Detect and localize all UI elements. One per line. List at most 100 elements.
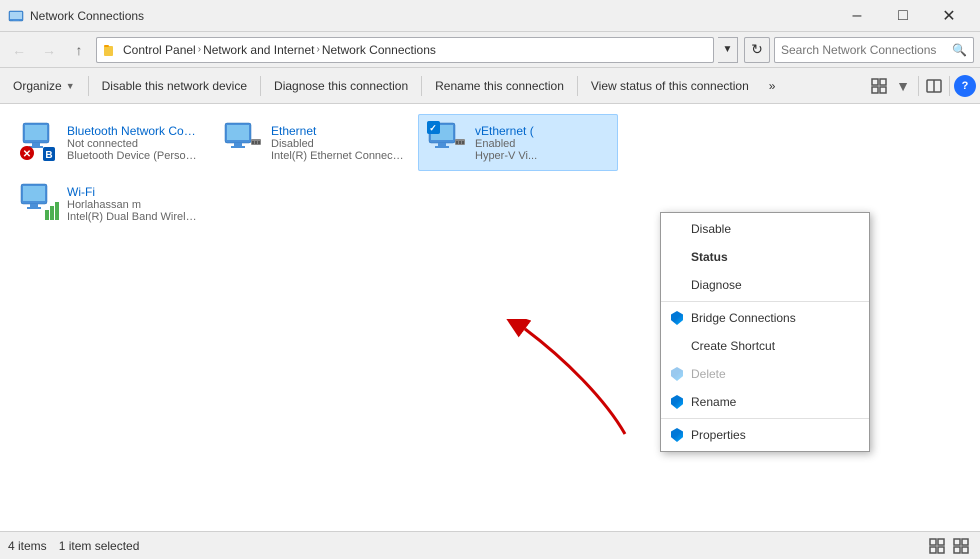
connection-status: Not connected [67, 138, 201, 150]
ctx-diagnose[interactable]: Diagnose [661, 271, 869, 299]
ctx-diagnose-label: Diagnose [691, 278, 742, 292]
connection-status-wifi: Horlahassan m [67, 199, 201, 211]
ctx-delete-label: Delete [691, 367, 726, 381]
context-menu: Disable Status Diagnose Bridge Connectio… [660, 212, 870, 452]
toolbar-right: ▼ ? [868, 75, 976, 97]
status-bar: 4 items 1 item selected [0, 531, 980, 559]
rename-shield-icon [669, 394, 685, 410]
connection-name-eth: Ethernet [271, 124, 405, 138]
up-button[interactable]: ↑ [66, 37, 92, 63]
connection-info-eth: Ethernet Disabled Intel(R) Ethernet Conn… [271, 124, 405, 162]
connection-icon-wrap-eth [223, 121, 263, 164]
toolbar-sep-2 [260, 76, 261, 96]
maximize-button[interactable]: □ [880, 0, 926, 32]
ctx-disable[interactable]: Disable [661, 215, 869, 243]
path-sep-2: › [316, 44, 319, 55]
bridge-shield-icon [669, 310, 685, 326]
bluetooth-network-icon: ✕ B [19, 121, 59, 161]
wifi-icon [19, 182, 59, 222]
selected-count: 1 item selected [59, 539, 140, 553]
connection-status-eth: Disabled [271, 138, 405, 150]
status-view-grid[interactable] [926, 535, 948, 557]
ctx-bridge[interactable]: Bridge Connections [661, 304, 869, 332]
connection-info: Bluetooth Network Connection Not connect… [67, 124, 201, 162]
ctx-shortcut[interactable]: Create Shortcut [661, 332, 869, 360]
connection-ethernet[interactable]: Ethernet Disabled Intel(R) Ethernet Conn… [214, 114, 414, 171]
shortcut-icon [669, 338, 685, 354]
address-path[interactable]: Control Panel › Network and Internet › N… [96, 37, 714, 63]
path-network-connections: Network Connections [322, 43, 436, 57]
properties-shield-icon [669, 427, 685, 443]
search-box[interactable]: 🔍 [774, 37, 974, 63]
red-arrow [505, 319, 680, 449]
ctx-status-label: Status [691, 250, 728, 264]
ctx-properties[interactable]: Properties [661, 421, 869, 449]
connection-status-veth: Enabled [475, 138, 609, 150]
ctx-bridge-label: Bridge Connections [691, 311, 796, 325]
preview-pane-button[interactable] [923, 75, 945, 97]
toolbar: Organize ▼ Disable this network device D… [0, 68, 980, 104]
connection-info-wifi: Wi-Fi Horlahassan m Intel(R) Dual Band W… [67, 185, 201, 223]
main-content: ✕ B Bluetooth Network Connection Not con… [0, 104, 980, 531]
svg-text:B: B [45, 150, 52, 161]
more-button[interactable]: » [760, 72, 785, 100]
path-sep-1: › [198, 44, 201, 55]
connection-wifi[interactable]: Wi-Fi Horlahassan m Intel(R) Dual Band W… [10, 175, 210, 232]
back-button[interactable]: ← [6, 37, 32, 63]
item-count: 4 items [8, 539, 47, 553]
connection-info-veth: vEthernet ( Enabled Hyper-V Vi... [475, 124, 609, 162]
diagnose-button[interactable]: Diagnose this connection [265, 72, 417, 100]
connection-device-wifi: Intel(R) Dual Band Wireless-A... [67, 211, 201, 223]
disable-icon [669, 221, 685, 237]
connection-device-veth: Hyper-V Vi... [475, 150, 609, 162]
rename-button[interactable]: Rename this connection [426, 72, 573, 100]
window-title: Network Connections [30, 9, 834, 23]
help-button[interactable]: ? [954, 75, 976, 97]
toolbar-sep-6 [949, 76, 950, 96]
forward-button[interactable]: → [36, 37, 62, 63]
path-network-internet: Network and Internet [203, 43, 314, 57]
connection-icon-wrap: ✕ B [19, 121, 59, 164]
vethernet-icon: ✓ [427, 121, 467, 161]
file-area[interactable]: ✕ B Bluetooth Network Connection Not con… [0, 104, 980, 531]
connection-bluetooth[interactable]: ✕ B Bluetooth Network Connection Not con… [10, 114, 210, 171]
toolbar-sep-1 [88, 76, 89, 96]
ctx-shortcut-label: Create Shortcut [691, 339, 775, 353]
path-control-panel: Control Panel [123, 43, 196, 57]
disable-button[interactable]: Disable this network device [93, 72, 256, 100]
connection-name-wifi: Wi-Fi [67, 185, 201, 199]
status-view-list[interactable] [950, 535, 972, 557]
ctx-sep-2 [661, 418, 869, 419]
refresh-button[interactable]: ↻ [744, 37, 770, 63]
connection-device-eth: Intel(R) Ethernet Connection I... [271, 150, 405, 162]
diagnose-icon [669, 277, 685, 293]
organize-button[interactable]: Organize ▼ [4, 72, 84, 100]
ctx-status[interactable]: Status [661, 243, 869, 271]
search-icon: 🔍 [952, 43, 967, 57]
connection-vethernet[interactable]: ✓ vEthernet ( Enabled Hyper-V Vi... [418, 114, 618, 171]
view-dropdown-button[interactable]: ▼ [892, 75, 914, 97]
view-options-button[interactable] [868, 75, 890, 97]
delete-shield-icon [669, 366, 685, 382]
window-icon [8, 8, 24, 24]
title-bar: Network Connections – □ ✕ [0, 0, 980, 32]
address-bar: ← → ↑ Control Panel › Network and Intern… [0, 32, 980, 68]
ethernet-icon [223, 121, 263, 161]
ctx-sep-1 [661, 301, 869, 302]
view-status-button[interactable]: View status of this connection [582, 72, 758, 100]
svg-text:✓: ✓ [429, 123, 437, 133]
ctx-delete: Delete [661, 360, 869, 388]
toolbar-sep-4 [577, 76, 578, 96]
minimize-button[interactable]: – [834, 0, 880, 32]
connection-icon-wrap-wifi [19, 182, 59, 225]
toolbar-sep-3 [421, 76, 422, 96]
connection-device: Bluetooth Device (Personal Ar... [67, 150, 201, 162]
close-button[interactable]: ✕ [926, 0, 972, 32]
path-dropdown[interactable]: ▼ [718, 37, 738, 63]
connection-icon-wrap-veth: ✓ [427, 121, 467, 164]
search-input[interactable] [781, 43, 952, 57]
ctx-properties-label: Properties [691, 428, 746, 442]
ctx-rename[interactable]: Rename [661, 388, 869, 416]
organize-chevron: ▼ [66, 81, 75, 91]
ctx-rename-label: Rename [691, 395, 736, 409]
